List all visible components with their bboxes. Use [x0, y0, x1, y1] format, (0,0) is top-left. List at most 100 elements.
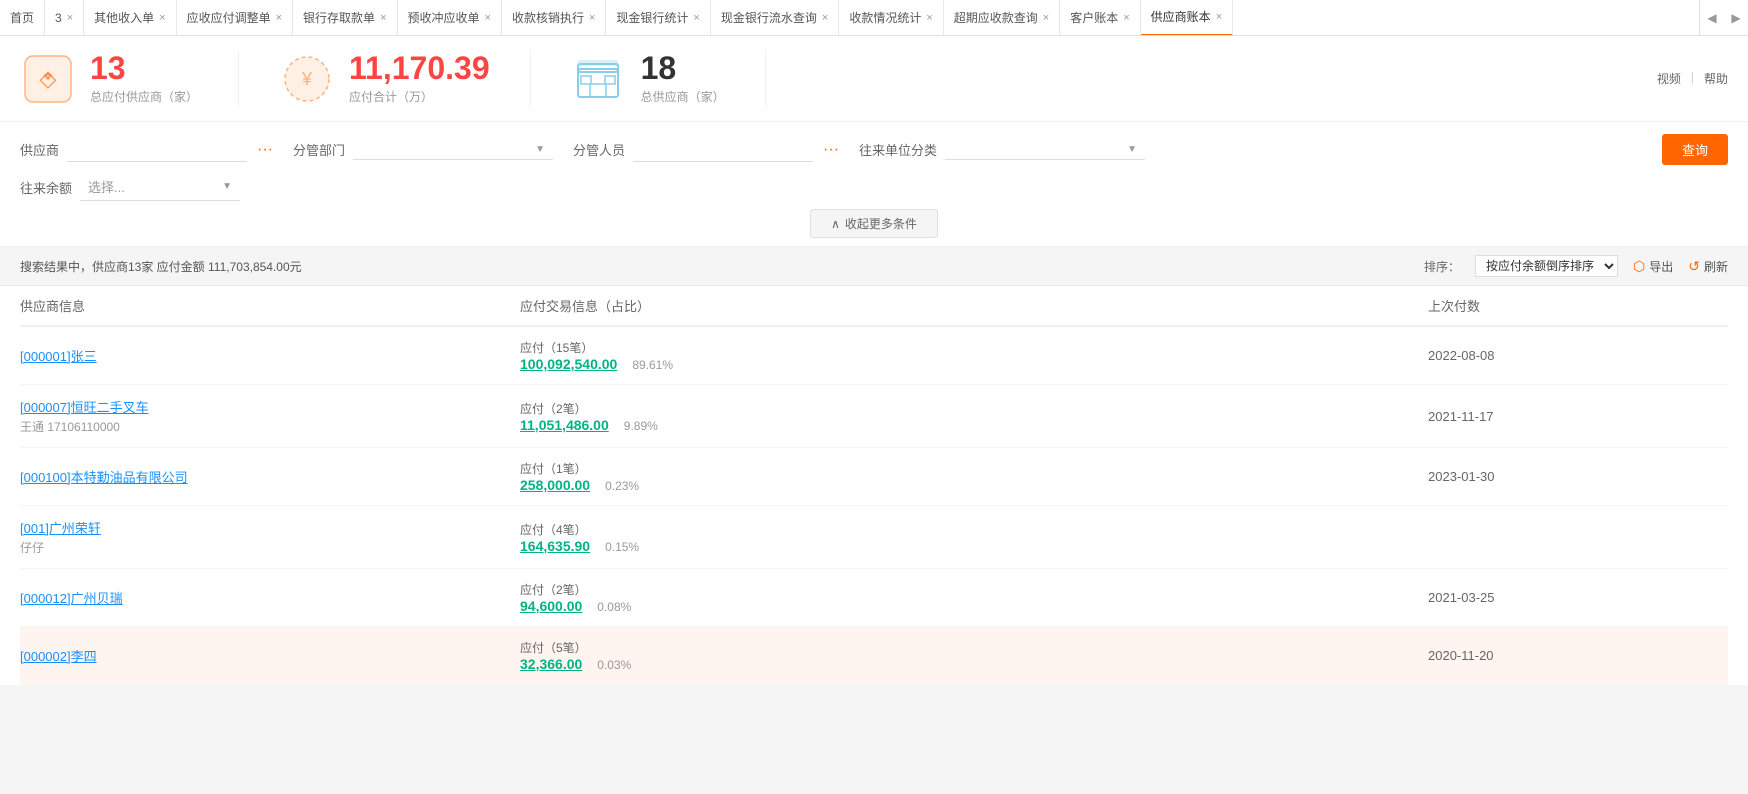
nav-tab-overdue[interactable]: 超期应收款查询 × [944, 0, 1060, 36]
filter-dept: 分管部门 ▼ [293, 140, 553, 160]
result-summary: 搜索结果中，供应商13家 应付金额 111,703,854.00元 [20, 258, 302, 275]
filter-supplier: 供应商 ··· [20, 138, 273, 162]
dept-filter-select[interactable]: ▼ [353, 140, 553, 160]
total-suppliers-info: 18 总供应商（家） [641, 52, 725, 105]
nav-tab-other-income-close[interactable]: × [159, 12, 165, 24]
refresh-icon: ↺ [1688, 258, 1700, 275]
stats-bar: ◇ ❖ 13 总应付供应商（家） ¥ 11,170.39 应付合计（万） [0, 36, 1748, 122]
payable-total-label: 应付合计（万） [349, 88, 490, 105]
nav-tab-other-income[interactable]: 其他收入单 × [84, 0, 176, 36]
trade-amount-row: 11,051,486.00 9.89% [520, 417, 1428, 433]
trade-percent: 9.89% [624, 419, 658, 433]
category-filter-select[interactable]: ▼ [945, 140, 1145, 160]
query-button[interactable]: 查询 [1662, 134, 1728, 165]
payable-suppliers-info: 13 总应付供应商（家） [90, 52, 198, 105]
supplier-filter-dots[interactable]: ··· [257, 141, 273, 159]
collapse-filter-label: 收起更多条件 [845, 215, 917, 232]
person-filter-input[interactable] [633, 138, 813, 162]
nav-tab-collect-stats-close[interactable]: × [926, 12, 932, 24]
trade-amount[interactable]: 258,000.00 [520, 477, 590, 493]
video-link[interactable]: 视频 [1657, 70, 1681, 87]
supplier-name-link[interactable]: [000007]恒旺二手叉车 [20, 397, 520, 416]
nav-tab-supplier-book-label: 供应商账本 [1151, 8, 1211, 25]
nav-tab-supplier-book-close[interactable]: × [1216, 11, 1222, 23]
trade-amount[interactable]: 100,092,540.00 [520, 356, 617, 372]
trade-amount[interactable]: 32,366.00 [520, 656, 582, 672]
nav-tab-bank-close[interactable]: × [380, 12, 386, 24]
trade-col: 应付（2笔）11,051,486.009.89% [520, 400, 1428, 433]
nav-tab-other-income-label: 其他收入单 [94, 9, 154, 26]
nav-tab-adjust[interactable]: 应收应付调整单 × [177, 0, 293, 36]
table-row: [000100]本特勤油品有限公司应付（1笔）258,000.000.23%20… [20, 448, 1728, 506]
result-right-actions: 排序： 按应付余额倒序排序 ⬡ 导出 ↺ 刷新 [1424, 255, 1728, 277]
supplier-col: [000007]恒旺二手叉车王通 17106110000 [20, 397, 520, 435]
supplier-col: [001]广州荣轩仔仔 [20, 518, 520, 556]
nav-tab-cash-stats[interactable]: 现金银行统计 × [606, 0, 710, 36]
nav-tab-overdue-close[interactable]: × [1043, 12, 1049, 24]
trade-amount[interactable]: 11,051,486.00 [520, 417, 609, 433]
supplier-name-link[interactable]: [000100]本特勤油品有限公司 [20, 467, 520, 486]
data-table: 供应商信息 应付交易信息（占比） 上次付数 [000001]张三应付（15笔）1… [0, 286, 1748, 685]
store-icon [571, 51, 626, 106]
trade-amount-row: 32,366.000.03% [520, 656, 1428, 672]
nav-tab-adjust-label: 应收应付调整单 [187, 9, 271, 26]
supplier-col: [000100]本特勤油品有限公司 [20, 467, 520, 486]
nav-tab-customer-book-close[interactable]: × [1123, 12, 1129, 24]
trade-col: 应付（4笔）164,635.90 0.15% [520, 521, 1428, 554]
nav-tab-collect-stats[interactable]: 收款情况统计 × [839, 0, 943, 36]
nav-tab-customer-book[interactable]: 客户账本 × [1060, 0, 1140, 36]
trade-col: 应付（2笔）94,600.000.08% [520, 581, 1428, 614]
nav-tab-cash-flow[interactable]: 现金银行流水查询 × [711, 0, 839, 36]
table-row: [000012]广州贝瑞应付（2笔）94,600.000.08%2021-03-… [20, 569, 1728, 627]
nav-tab-prepay-label: 预收冲应收单 [408, 9, 480, 26]
collapse-filter-button[interactable]: ∧ 收起更多条件 [810, 209, 938, 238]
nav-tab-bank[interactable]: 银行存取款单 × [293, 0, 397, 36]
supplier-name-link[interactable]: [000001]张三 [20, 346, 520, 365]
nav-tab-cash-flow-close[interactable]: × [822, 12, 828, 24]
top-navigation: 首页 3 × 其他收入单 × 应收应付调整单 × 银行存取款单 × 预收冲应收单… [0, 0, 1748, 36]
nav-tab-adjust-close[interactable]: × [276, 12, 282, 24]
nav-tab-3-close[interactable]: × [67, 12, 73, 24]
help-link[interactable]: 帮助 [1704, 70, 1728, 87]
trade-label: 应付（15笔） [520, 339, 1428, 356]
nav-tab-prepay-close[interactable]: × [485, 12, 491, 24]
person-filter-dots[interactable]: ··· [823, 141, 839, 159]
trade-amount[interactable]: 164,635.90 [520, 538, 590, 554]
col-header-lastpay: 上次付数 [1428, 296, 1728, 315]
nav-tab-cash-stats-close[interactable]: × [693, 12, 699, 24]
table-rows-container: [000001]张三应付（15笔）100,092,540.0089.61%202… [20, 327, 1728, 685]
stat-total-suppliers: 18 总供应商（家） [571, 51, 766, 106]
supplier-name-link[interactable]: [000012]广州贝瑞 [20, 588, 520, 607]
balance-filter-label: 往来余额 [20, 178, 72, 197]
balance-filter-select[interactable]: 选择... ▼ [80, 173, 240, 201]
trade-percent: 0.15% [605, 540, 639, 554]
nav-left-arrow[interactable]: ◀ [1700, 0, 1724, 36]
nav-tab-bank-label: 银行存取款单 [303, 9, 375, 26]
stat-payable-total: ¥ 11,170.39 应付合计（万） [279, 51, 531, 106]
last-pay-col: 2022-08-08 [1428, 348, 1728, 363]
trade-col: 应付（5笔）32,366.000.03% [520, 639, 1428, 672]
export-button[interactable]: ⬡ 导出 [1633, 258, 1673, 275]
nav-tab-collection-close[interactable]: × [589, 12, 595, 24]
sort-select[interactable]: 按应付余额倒序排序 [1475, 255, 1618, 277]
nav-right-arrow[interactable]: ▶ [1724, 0, 1748, 36]
category-filter-label: 往来单位分类 [859, 140, 937, 159]
supplier-filter-input[interactable] [67, 138, 247, 162]
nav-tab-collection[interactable]: 收款核销执行 × [502, 0, 606, 36]
nav-tab-3[interactable]: 3 × [45, 0, 84, 36]
refresh-button[interactable]: ↺ 刷新 [1688, 258, 1728, 275]
table-row: [001]广州荣轩仔仔应付（4笔）164,635.90 0.15% [20, 506, 1728, 569]
trade-amount-row: 164,635.90 0.15% [520, 538, 1428, 554]
trade-label: 应付（4笔） [520, 521, 1428, 538]
trade-label: 应付（2笔） [520, 581, 1428, 598]
balance-dropdown-icon: ▼ [222, 181, 232, 192]
nav-tab-home[interactable]: 首页 [0, 0, 45, 36]
supplier-name-link[interactable]: [001]广州荣轩 [20, 518, 520, 537]
supplier-col: [000002]李四 [20, 646, 520, 665]
supplier-name-link[interactable]: [000002]李四 [20, 646, 520, 665]
balance-filter-value: 选择... [88, 177, 125, 196]
nav-tab-prepay[interactable]: 预收冲应收单 × [398, 0, 502, 36]
nav-tab-supplier-book[interactable]: 供应商账本 × [1141, 0, 1233, 36]
dept-dropdown-icon: ▼ [535, 144, 545, 155]
trade-amount[interactable]: 94,600.00 [520, 598, 582, 614]
